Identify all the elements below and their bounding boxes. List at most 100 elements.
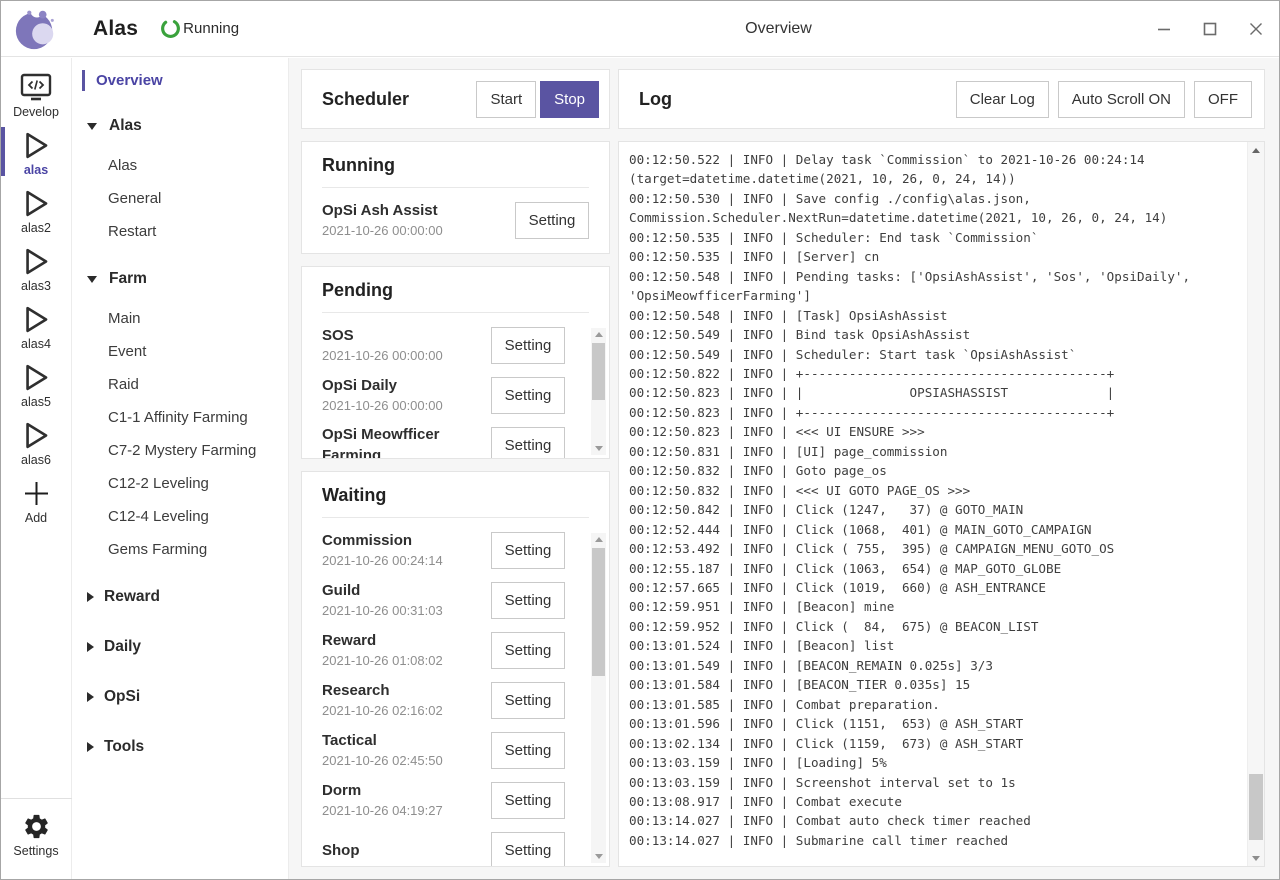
rail-item-develop[interactable]: Develop xyxy=(1,72,72,119)
task-setting-button[interactable]: Setting xyxy=(491,682,565,719)
task-next-run-time: 2021-10-26 04:19:27 xyxy=(322,801,491,820)
task-next-run-time: 2021-10-26 00:00:00 xyxy=(322,396,491,415)
scrollbar-track[interactable] xyxy=(591,546,606,850)
task-setting-button[interactable]: Setting xyxy=(515,202,589,239)
nav-item[interactable]: Raid xyxy=(72,368,288,401)
body: Develop alas xyxy=(1,58,1279,879)
task-setting-button[interactable]: Setting xyxy=(491,327,565,364)
task-row: Commission 2021-10-26 00:24:14 Setting xyxy=(322,525,565,575)
log-line: (target=datetime.datetime(2021, 10, 26, … xyxy=(629,169,1236,188)
task-setting-button[interactable]: Setting xyxy=(491,732,565,769)
waiting-panel: Waiting Commission 2021-10-26 00:24:14 S… xyxy=(301,471,610,867)
nav-section: OpSi xyxy=(72,678,288,716)
task-info: Guild 2021-10-26 00:31:03 xyxy=(322,580,491,620)
nav-item[interactable]: C12-4 Leveling xyxy=(72,500,288,533)
stop-button[interactable]: Stop xyxy=(540,81,599,118)
nav-item-overview[interactable]: Overview xyxy=(72,70,288,91)
rail-item-instance[interactable]: alas xyxy=(1,130,72,177)
rail-label: alas xyxy=(24,163,48,177)
autoscroll-on-button[interactable]: Auto Scroll ON xyxy=(1058,81,1185,118)
scroll-up-icon[interactable] xyxy=(1248,142,1264,158)
nav-item[interactable]: Main xyxy=(72,302,288,335)
scrollbar-thumb[interactable] xyxy=(1249,774,1263,840)
minimize-button[interactable] xyxy=(1141,1,1187,57)
log-output: 00:12:50.522 | INFO | Delay task `Commis… xyxy=(618,141,1265,867)
rail-item-instance[interactable]: alas3 xyxy=(1,246,72,293)
nav-section: Alas Alas General Restart xyxy=(72,107,288,248)
nav-section-header[interactable]: Daily xyxy=(72,628,288,666)
log-line: 00:12:59.951 | INFO | [Beacon] mine xyxy=(629,597,1236,616)
nav-section-header[interactable]: Farm xyxy=(72,260,288,298)
nav-section: Daily xyxy=(72,628,288,666)
nav-item[interactable]: Gems Farming xyxy=(72,533,288,566)
scroll-up-icon[interactable] xyxy=(591,533,606,546)
brand: Alas Running xyxy=(1,6,239,52)
nav-item[interactable]: Restart xyxy=(72,215,288,248)
rail-item-instance[interactable]: alas5 xyxy=(1,362,72,409)
task-setting-button[interactable]: Setting xyxy=(491,832,565,868)
task-setting-button[interactable]: Setting xyxy=(491,632,565,669)
rail-item-instance[interactable]: alas6 xyxy=(1,420,72,467)
nav-item[interactable]: C7-2 Mystery Farming xyxy=(72,434,288,467)
scroll-down-icon[interactable] xyxy=(591,442,606,455)
task-name: Research xyxy=(322,680,491,701)
running-spinner-icon xyxy=(160,18,181,39)
task-info: Tactical 2021-10-26 02:45:50 xyxy=(322,730,491,770)
scrollbar-track[interactable] xyxy=(591,341,606,442)
nav-item[interactable]: C12-2 Leveling xyxy=(72,467,288,500)
scheduler-panel: Scheduler Start Stop xyxy=(301,69,610,129)
log-line: 00:12:50.522 | INFO | Delay task `Commis… xyxy=(629,150,1236,169)
app-window: Alas Running Overview xyxy=(0,0,1280,880)
log-line: 00:13:01.524 | INFO | [Beacon] list xyxy=(629,636,1236,655)
log-lines: 00:12:50.522 | INFO | Delay task `Commis… xyxy=(629,150,1236,850)
rail-item-instance[interactable]: alas2 xyxy=(1,188,72,235)
task-setting-button[interactable]: Setting xyxy=(491,532,565,569)
running-task-list: OpSi Ash Assist 2021-10-26 00:00:00 Sett… xyxy=(322,195,589,245)
scrollbar-thumb[interactable] xyxy=(592,548,605,676)
task-name: Guild xyxy=(322,580,491,601)
task-row: OpSi Ash Assist 2021-10-26 00:00:00 Sett… xyxy=(322,195,589,245)
play-icon xyxy=(22,420,51,451)
rail-item-add[interactable]: Add xyxy=(1,478,72,525)
scrollbar-track[interactable] xyxy=(1248,158,1264,850)
log-line: 00:13:08.917 | INFO | Combat execute xyxy=(629,792,1236,811)
autoscroll-off-button[interactable]: OFF xyxy=(1194,81,1252,118)
log-line: 00:12:50.549 | INFO | Bind task OpsiAshA… xyxy=(629,325,1236,344)
log-title: Log xyxy=(639,89,956,110)
task-setting-button[interactable]: Setting xyxy=(491,427,565,460)
log-line: Commission.Scheduler.NextRun=datetime.da… xyxy=(629,208,1236,227)
scroll-up-icon[interactable] xyxy=(591,328,606,341)
waiting-scrollbar[interactable] xyxy=(591,533,606,863)
pending-scrollbar[interactable] xyxy=(591,328,606,455)
nav-item[interactable]: C1-1 Affinity Farming xyxy=(72,401,288,434)
nav-section: Reward xyxy=(72,578,288,616)
scrollbar-thumb[interactable] xyxy=(592,343,605,400)
scroll-down-icon[interactable] xyxy=(1248,850,1264,866)
log-scrollbar[interactable] xyxy=(1247,142,1264,866)
rail-item-settings[interactable]: Settings xyxy=(1,799,72,868)
play-icon xyxy=(22,304,51,335)
task-setting-button[interactable]: Setting xyxy=(491,582,565,619)
nav-section-header[interactable]: Reward xyxy=(72,578,288,616)
scroll-down-icon[interactable] xyxy=(591,850,606,863)
nav-section-header[interactable]: OpSi xyxy=(72,678,288,716)
section-arrow-icon xyxy=(87,742,94,752)
task-row: OpSi Daily 2021-10-26 00:00:00 Setting xyxy=(322,370,565,420)
nav-item[interactable]: Alas xyxy=(72,149,288,182)
nav-section-label: Farm xyxy=(109,270,147,288)
nav-section-header[interactable]: Alas xyxy=(72,107,288,145)
rail-item-instance[interactable]: alas4 xyxy=(1,304,72,351)
close-button[interactable] xyxy=(1233,1,1279,57)
clear-log-button[interactable]: Clear Log xyxy=(956,81,1049,118)
nav-item[interactable]: General xyxy=(72,182,288,215)
task-setting-button[interactable]: Setting xyxy=(491,782,565,819)
nav-item[interactable]: Event xyxy=(72,335,288,368)
rail-label: Add xyxy=(25,511,47,525)
start-button[interactable]: Start xyxy=(476,81,536,118)
alas-logo-icon xyxy=(13,6,59,52)
rail-label: alas5 xyxy=(21,395,51,409)
maximize-button[interactable] xyxy=(1187,1,1233,57)
task-setting-button[interactable]: Setting xyxy=(491,377,565,414)
task-name: Reward xyxy=(322,630,491,651)
nav-section-header[interactable]: Tools xyxy=(72,728,288,766)
